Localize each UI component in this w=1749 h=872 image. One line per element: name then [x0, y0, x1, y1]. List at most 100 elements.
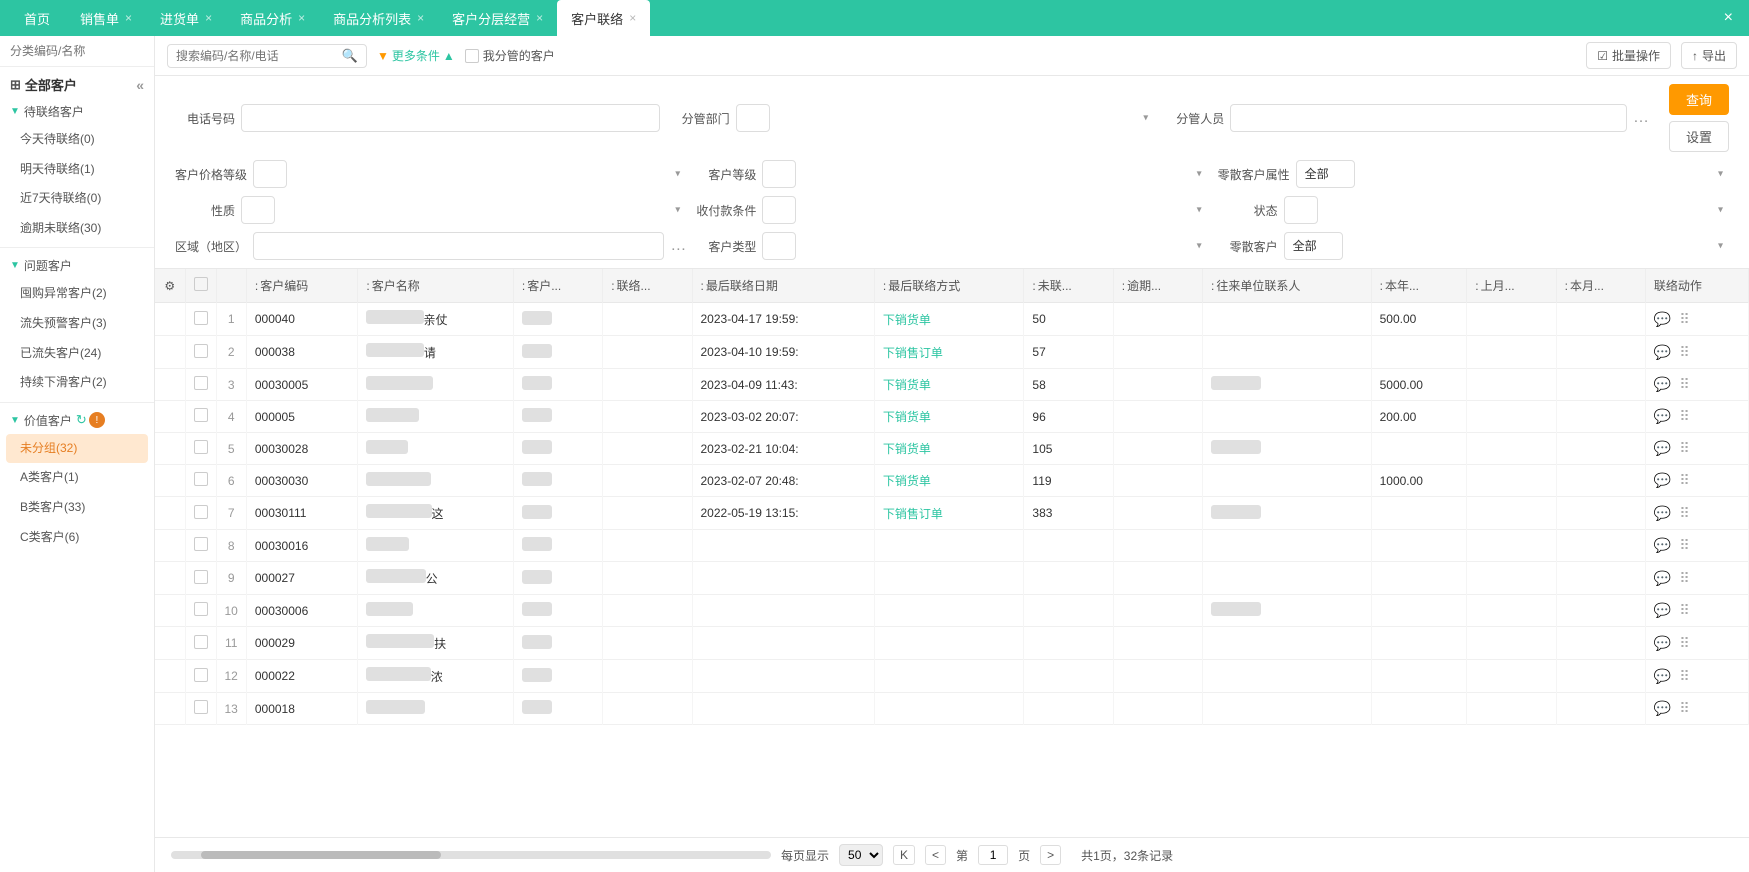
sidebar-search-box[interactable]: 🔍 — [0, 36, 154, 67]
td-check-5[interactable] — [185, 465, 216, 497]
td-check-2[interactable] — [185, 369, 216, 401]
action-grid-icon-2[interactable]: ⠿ — [1679, 376, 1689, 393]
action-chat-icon-8[interactable]: 💬 — [1654, 570, 1671, 587]
td-check-10[interactable] — [185, 627, 216, 660]
tab-analysis-close[interactable]: × — [298, 11, 305, 25]
th-last-month[interactable]: :上月... — [1467, 269, 1556, 303]
th-overdue[interactable]: :逾期... — [1113, 269, 1202, 303]
last-method-link-2[interactable]: 下销货单 — [883, 378, 931, 392]
tab-sales-close[interactable]: × — [125, 11, 132, 25]
row-checkbox-10[interactable] — [194, 635, 208, 649]
sidebar-value-group[interactable]: ▼ 价值客户 ↻ ! — [0, 407, 154, 434]
action-chat-icon-2[interactable]: 💬 — [1654, 376, 1671, 393]
sidebar-search-input[interactable] — [10, 44, 155, 58]
td-check-8[interactable] — [185, 562, 216, 595]
tab-purchase-close[interactable]: × — [205, 11, 212, 25]
action-chat-icon-1[interactable]: 💬 — [1654, 344, 1671, 361]
sidebar-item-tomorrow-pending[interactable]: 明天待联络(1) — [0, 155, 154, 185]
manager-input[interactable] — [1230, 104, 1627, 132]
action-grid-icon-5[interactable]: ⠿ — [1679, 472, 1689, 489]
main-search-box[interactable]: 🔍 — [167, 44, 367, 68]
th-name[interactable]: :客户名称 — [358, 269, 513, 303]
sidebar-item-class-b[interactable]: B类客户(33) — [0, 493, 154, 523]
page-first-btn[interactable]: K — [893, 845, 915, 865]
tab-analysis[interactable]: 商品分析 × — [226, 0, 319, 36]
manager-more-btn[interactable]: … — [1633, 110, 1649, 126]
th-this-year[interactable]: :本年... — [1371, 269, 1467, 303]
horizontal-scrollbar[interactable] — [171, 851, 771, 859]
tab-home[interactable]: 首页 — [8, 0, 66, 36]
row-checkbox-12[interactable] — [194, 700, 208, 714]
batch-ops-button[interactable]: ☑ 批量操作 — [1586, 42, 1671, 69]
region-input[interactable] — [253, 232, 664, 260]
action-chat-icon-5[interactable]: 💬 — [1654, 472, 1671, 489]
nature-select[interactable] — [241, 196, 275, 224]
action-chat-icon-10[interactable]: 💬 — [1654, 635, 1671, 652]
td-check-4[interactable] — [185, 433, 216, 465]
td-check-1[interactable] — [185, 336, 216, 369]
td-check-3[interactable] — [185, 401, 216, 433]
sidebar-item-class-c[interactable]: C类客户(6) — [0, 523, 154, 553]
status-select[interactable] — [1284, 196, 1318, 224]
action-grid-icon-8[interactable]: ⠿ — [1679, 570, 1689, 587]
last-method-link-5[interactable]: 下销货单 — [883, 474, 931, 488]
row-checkbox-8[interactable] — [194, 570, 208, 584]
region-more-btn[interactable]: … — [670, 238, 686, 254]
sidebar-item-week-pending[interactable]: 近7天待联络(0) — [0, 184, 154, 214]
refresh-icon[interactable]: ↻ — [76, 412, 87, 428]
th-unit-contact[interactable]: :往来单位联系人 — [1203, 269, 1372, 303]
td-check-11[interactable] — [185, 660, 216, 693]
td-check-9[interactable] — [185, 595, 216, 627]
sidebar-item-churn-risk[interactable]: 流失预警客户(3) — [0, 309, 154, 339]
my-customers-check-icon[interactable] — [465, 49, 479, 63]
last-method-link-3[interactable]: 下销货单 — [883, 410, 931, 424]
last-method-link-6[interactable]: 下销售订单 — [883, 507, 943, 521]
action-grid-icon-10[interactable]: ⠿ — [1679, 635, 1689, 652]
row-checkbox-0[interactable] — [194, 311, 208, 325]
td-check-0[interactable] — [185, 303, 216, 336]
more-conditions-btn[interactable]: ▼ 更多条件 ▲ — [377, 47, 455, 64]
th-gear[interactable]: ⚙ — [155, 269, 185, 303]
my-customers-checkbox[interactable]: 我分管的客户 — [465, 47, 555, 64]
window-close-button[interactable]: × — [1716, 9, 1741, 27]
customer-type-select[interactable] — [762, 232, 796, 260]
sidebar-item-unclassified[interactable]: 未分组(32) — [6, 434, 148, 464]
th-last-method[interactable]: :最后联络方式 — [874, 269, 1024, 303]
tab-customer-contact[interactable]: 客户联络 × — [557, 0, 650, 36]
th-last-date[interactable]: :最后联络日期 — [692, 269, 874, 303]
phone-input[interactable] — [241, 104, 660, 132]
payment-select[interactable] — [762, 196, 796, 224]
row-checkbox-1[interactable] — [194, 344, 208, 358]
sidebar-item-class-a[interactable]: A类客户(1) — [0, 463, 154, 493]
action-chat-icon-12[interactable]: 💬 — [1654, 700, 1671, 717]
last-method-link-4[interactable]: 下销货单 — [883, 442, 931, 456]
action-grid-icon-3[interactable]: ⠿ — [1679, 408, 1689, 425]
row-checkbox-11[interactable] — [194, 668, 208, 682]
th-checkbox[interactable] — [194, 277, 208, 291]
tab-customer-contact-close[interactable]: × — [629, 11, 636, 25]
sidebar-item-frequent-return[interactable]: 持续下滑客户(2) — [0, 368, 154, 398]
page-input[interactable] — [978, 845, 1008, 865]
page-next-btn[interactable]: > — [1040, 845, 1061, 865]
row-checkbox-6[interactable] — [194, 505, 208, 519]
th-type[interactable]: :客户... — [513, 269, 602, 303]
th-uncontacted[interactable]: :未联... — [1024, 269, 1113, 303]
tab-analysis-list[interactable]: 商品分析列表 × — [319, 0, 438, 36]
tab-analysis-list-close[interactable]: × — [417, 11, 424, 25]
zero-customer-select[interactable]: 全部 — [1284, 232, 1343, 260]
row-checkbox-4[interactable] — [194, 440, 208, 454]
export-button[interactable]: ↑ 导出 — [1681, 42, 1737, 69]
tab-customer-tier[interactable]: 客户分层经营 × — [438, 0, 557, 36]
customer-level-select[interactable] — [762, 160, 796, 188]
sidebar-collapse-icon[interactable]: « — [136, 77, 144, 93]
sidebar-problem-group[interactable]: ▼ 问题客户 — [0, 252, 154, 279]
row-checkbox-3[interactable] — [194, 408, 208, 422]
action-chat-icon-9[interactable]: 💬 — [1654, 602, 1671, 619]
action-chat-icon-0[interactable]: 💬 — [1654, 311, 1671, 328]
price-level-select[interactable] — [253, 160, 287, 188]
action-chat-icon-6[interactable]: 💬 — [1654, 505, 1671, 522]
action-grid-icon-6[interactable]: ⠿ — [1679, 505, 1689, 522]
th-code[interactable]: :客户编码 — [246, 269, 358, 303]
action-grid-icon-12[interactable]: ⠿ — [1679, 700, 1689, 717]
action-chat-icon-11[interactable]: 💬 — [1654, 668, 1671, 685]
